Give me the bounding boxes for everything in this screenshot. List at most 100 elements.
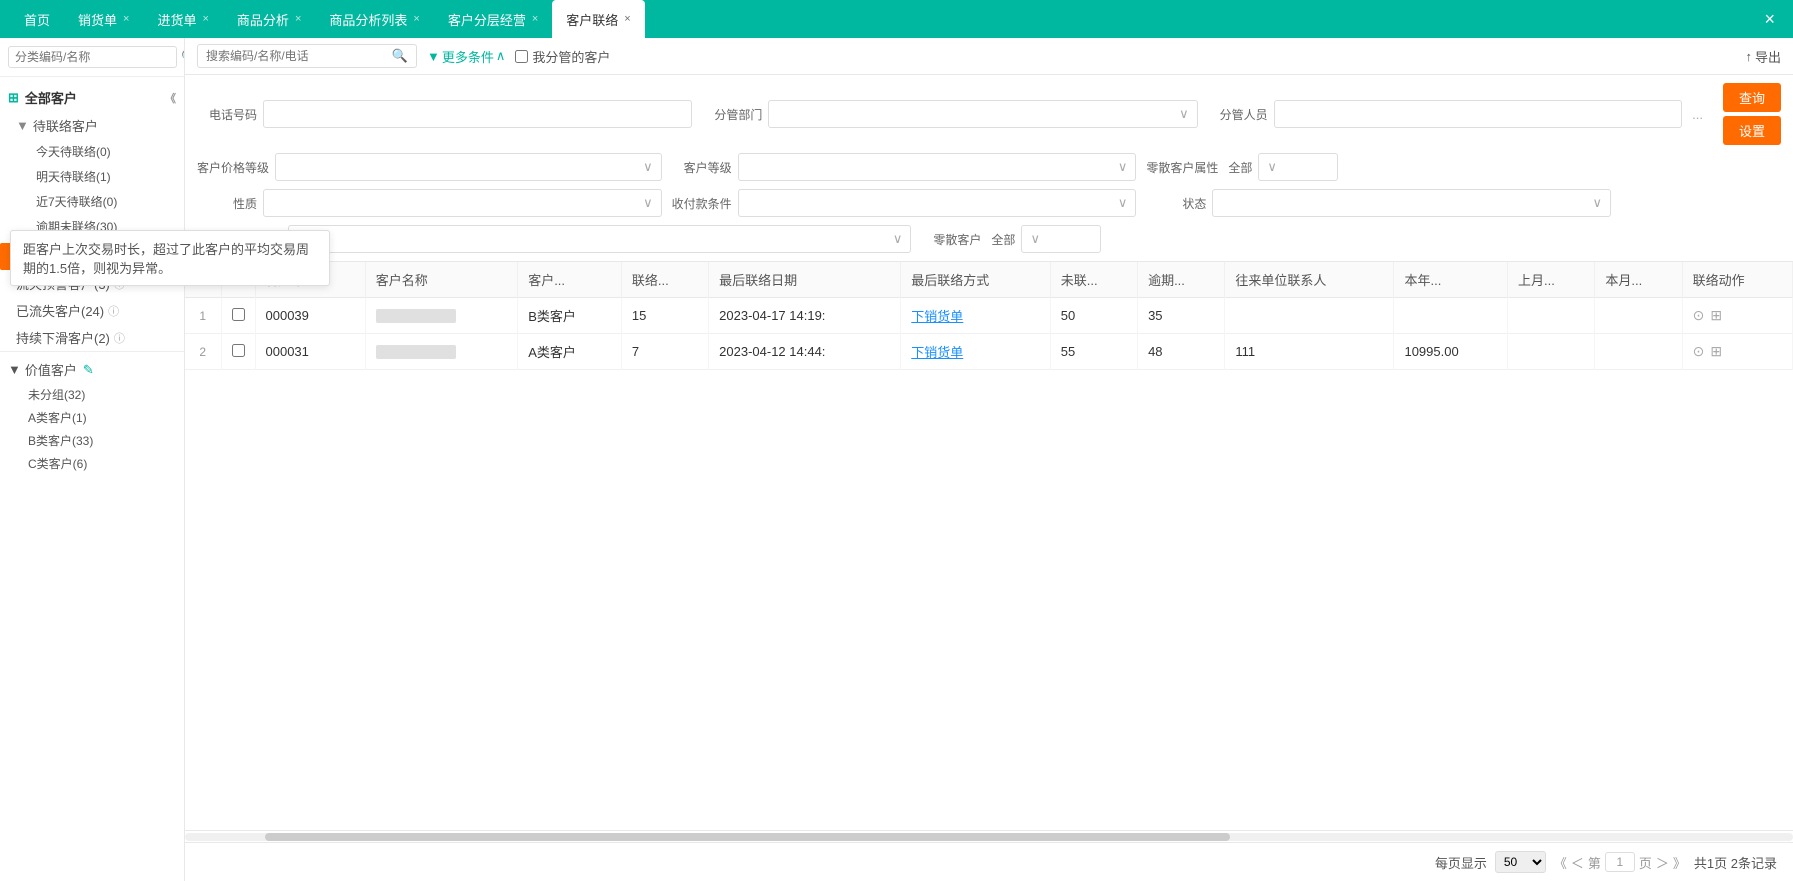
nav-home[interactable]: 首页 [10, 0, 64, 38]
row-1-contact: 15 [621, 298, 708, 334]
retail-attr-select[interactable]: ∨ [1258, 153, 1338, 181]
row-2-contact: 7 [621, 334, 708, 370]
sidebar-item-today[interactable]: 今天待联络(0) [8, 139, 184, 164]
row-2-this-month [1595, 334, 1682, 370]
customer-level-select[interactable]: ∨ [738, 153, 1137, 181]
nav-customer-tier[interactable]: 客户分层经营 × [434, 0, 552, 38]
main-search-icon[interactable]: 🔍 [392, 48, 408, 64]
sidebar-tree: ⊞ 全部客户 《 ▼ 待联络客户 今天待联络(0) 明天待联络(1) 近7天待联… [0, 77, 184, 881]
row-1-last-date: 2023-04-17 14:19: [709, 298, 901, 334]
nav-purchase[interactable]: 进货单 × [143, 0, 222, 38]
col-unit-contact: 往来单位联系人 [1225, 262, 1394, 298]
pay-terms-select[interactable]: ∨ [738, 189, 1137, 217]
sidebar-value-group-label[interactable]: ▼ 价值客户 ✎ [0, 356, 184, 383]
my-customer-checkbox[interactable]: 我分管的客户 [515, 47, 610, 66]
filter-expanded: 电话号码 分管部门 ∨ 分管人员 ... [185, 75, 1793, 262]
row-1-this-year [1394, 298, 1508, 334]
row-2-this-year: 10995.00 [1394, 334, 1508, 370]
retail-customer-select[interactable]: ∨ [1021, 225, 1101, 253]
main-search-input[interactable] [206, 49, 392, 63]
row-2-level: A类客户 [518, 334, 622, 370]
edit-value-group-icon[interactable]: ✎ [83, 362, 94, 378]
filter-person: 分管人员 ... [1208, 100, 1703, 128]
row-1-action-2[interactable]: ⊞ [1710, 307, 1722, 324]
close-customer-contact-tab[interactable]: × [624, 13, 630, 25]
nav-sales[interactable]: 销货单 × [64, 0, 143, 38]
my-customer-check[interactable] [515, 50, 528, 63]
search-box: 🔍 [197, 44, 417, 68]
status-select[interactable]: ∨ [1212, 189, 1611, 217]
row-2-checkbox[interactable] [232, 344, 245, 357]
filter-status: 状态 ∨ [1146, 189, 1611, 217]
sidebar-search-area: 🔍 [0, 38, 184, 77]
person-select[interactable] [1274, 100, 1682, 128]
page-label: 第 [1588, 853, 1601, 872]
close-product-analysis-tab[interactable]: × [295, 13, 301, 25]
sidebar-value-a[interactable]: A类客户(1) [0, 406, 184, 429]
export-button[interactable]: ↑ 导出 [1745, 47, 1781, 66]
row-1-method-link[interactable]: 下销货单 [911, 309, 963, 324]
row-1-level: B类客户 [518, 298, 622, 334]
prev-page-btn[interactable]: ＜ [1571, 853, 1584, 872]
tooltip-box: 距客户上次交易时长，超过了此客户的平均交易周期的1.5倍，则视为异常。 [185, 230, 330, 286]
customer-type-select[interactable]: ∨ [288, 225, 912, 253]
sidebar-all-customers[interactable]: ⊞ 全部客户 《 [0, 83, 184, 112]
first-page-btn[interactable]: 《 [1554, 853, 1567, 872]
filter-bar: 🔍 ▼ 更多条件 ∧ 我分管的客户 ↑ 导出 [185, 38, 1793, 75]
row-checkbox-2 [221, 334, 255, 370]
sidebar-item-7days[interactable]: 近7天待联络(0) [8, 189, 184, 214]
query-button[interactable]: 查询 [1723, 83, 1781, 112]
next-page-btn[interactable]: ＞ [1656, 853, 1669, 872]
close-purchase-tab[interactable]: × [202, 13, 208, 25]
close-customer-tier-tab[interactable]: × [532, 13, 538, 25]
last-page-btn[interactable]: 》 [1673, 853, 1686, 872]
nav-product-analysis[interactable]: 商品分析 × [223, 0, 315, 38]
row-2-action-2[interactable]: ⊞ [1710, 343, 1722, 360]
left-sidebar: 🔍 ⊞ 全部客户 《 ▼ 待联络客户 今天待联络(0) 明天待联络(1) 近7天… [0, 38, 185, 881]
nav-product-list[interactable]: 商品分析列表 × [315, 0, 433, 38]
gender-chevron: ∨ [643, 195, 653, 211]
filter-gender: 性质 ∨ [197, 189, 662, 217]
content-area: 🔍 ▼ 更多条件 ∧ 我分管的客户 ↑ 导出 电话号码 [185, 38, 1793, 881]
close-product-list-tab[interactable]: × [413, 13, 419, 25]
settings-button[interactable]: 设置 [1723, 116, 1781, 145]
row-2-method-link[interactable]: 下销货单 [911, 345, 963, 360]
row-1-last-month [1508, 298, 1595, 334]
filter-chevron: ∧ [496, 48, 506, 64]
window-close-button[interactable]: × [1756, 9, 1783, 30]
filter-phone: 电话号码 [197, 100, 692, 128]
sidebar-item-churned[interactable]: 已流失客户(24) ⓘ [0, 297, 184, 324]
row-index-1: 1 [185, 298, 221, 334]
col-contact: 联络... [621, 262, 708, 298]
gender-select[interactable]: ∨ [263, 189, 662, 217]
sidebar-search-input[interactable] [8, 46, 177, 68]
page-size-select[interactable]: 50 100 200 [1495, 851, 1546, 873]
tree-group-pending-label[interactable]: ▼ 待联络客户 [8, 112, 184, 139]
collapse-icon[interactable]: 《 [165, 90, 176, 106]
row-index-2: 2 [185, 334, 221, 370]
row-1-name [365, 298, 517, 334]
sidebar-value-c[interactable]: C类客户(6) [0, 452, 184, 475]
tree-group-pending: ▼ 待联络客户 今天待联络(0) 明天待联络(1) 近7天待联络(0) 逾期未联… [0, 112, 184, 239]
phone-input[interactable] [263, 100, 692, 128]
price-level-select[interactable]: ∨ [275, 153, 662, 181]
page-number[interactable]: 1 [1605, 852, 1635, 872]
status-chevron: ∨ [1593, 195, 1603, 211]
row-2-action-1[interactable]: ⊙ [1693, 343, 1705, 360]
horizontal-scrollbar[interactable] [185, 830, 1793, 842]
sidebar-item-tomorrow[interactable]: 明天待联络(1) [8, 164, 184, 189]
nav-customer-contact[interactable]: 客户联络 × [552, 0, 644, 38]
page-unit: 页 [1639, 853, 1652, 872]
close-sales-tab[interactable]: × [123, 13, 129, 25]
row-1-actions: ⊙ ⊞ [1682, 298, 1792, 334]
sidebar-value-ungroup[interactable]: 未分组(32) [0, 383, 184, 406]
pagination: 每页显示 50 100 200 《 ＜ 第 1 页 ＞ 》 共1页 2条记录 [185, 842, 1793, 881]
sidebar-item-declining[interactable]: 持续下滑客户(2) ⓘ [0, 324, 184, 351]
row-1-action-1[interactable]: ⊙ [1693, 307, 1705, 324]
row-1-checkbox[interactable] [232, 308, 245, 321]
sidebar-value-b[interactable]: B类客户(33) [0, 429, 184, 452]
data-table: ⚙ 客户编码 客户名称 客户... [185, 262, 1793, 370]
more-filter-button[interactable]: ▼ 更多条件 ∧ [427, 47, 505, 66]
dept-select[interactable]: ∨ [768, 100, 1197, 128]
more-dots-1[interactable]: ... [1692, 107, 1703, 122]
